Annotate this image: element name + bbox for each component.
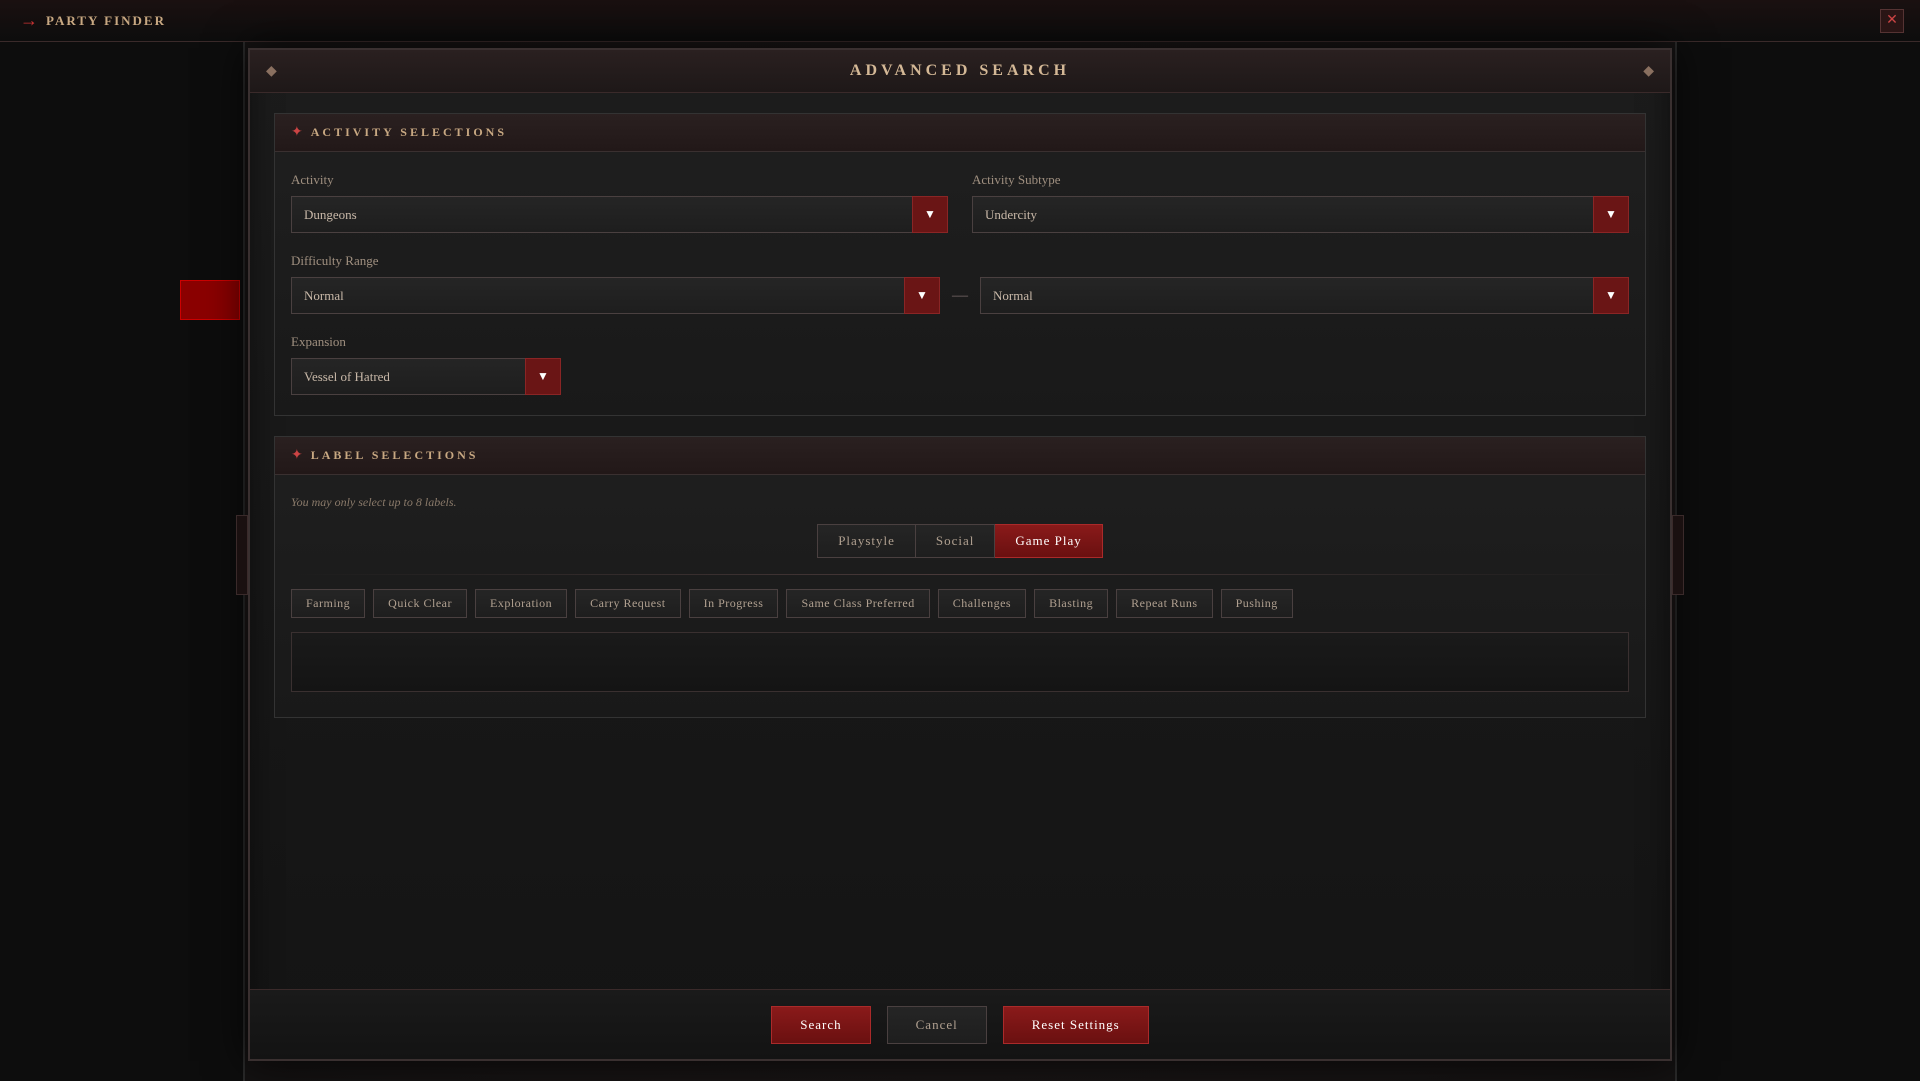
- label-tabs: Playstyle Social Game Play: [291, 524, 1629, 558]
- modal-deco-left: [236, 515, 248, 595]
- modal-title: ADVANCED SEARCH: [850, 62, 1070, 80]
- label-section-body: You may only select up to 8 labels. Play…: [275, 475, 1645, 717]
- tag-farming[interactable]: Farming: [291, 589, 365, 618]
- tag-repeat-runs[interactable]: Repeat Runs: [1116, 589, 1213, 618]
- left-panel-accent: [180, 280, 240, 320]
- arrow-icon: →: [20, 10, 38, 31]
- expansion-label: Expansion: [291, 334, 561, 350]
- activity-subtype-select[interactable]: Undercity: [972, 196, 1629, 233]
- reset-settings-button[interactable]: Reset Settings: [1003, 1006, 1149, 1044]
- label-section-title: LABEL SELECTIONS: [311, 448, 479, 463]
- activity-select[interactable]: Dungeons: [291, 196, 948, 233]
- modal-body: ✦ ACTIVITY SELECTIONS Activity Dungeons …: [250, 93, 1670, 980]
- difficulty-group: Difficulty Range Normal ▼ —: [291, 253, 1629, 314]
- activity-subtype-dropdown[interactable]: Undercity ▼: [972, 196, 1629, 233]
- label-section-header: ✦ LABEL SELECTIONS: [275, 437, 1645, 475]
- tab-playstyle[interactable]: Playstyle: [817, 524, 916, 558]
- search-button[interactable]: Search: [771, 1006, 870, 1044]
- diamond-right-icon: ◆: [1643, 63, 1654, 80]
- difficulty-range: Normal ▼ — Normal: [291, 277, 1629, 314]
- activity-subtype-group: Activity Subtype Undercity ▼: [972, 172, 1629, 233]
- activity-subtype-label: Activity Subtype: [972, 172, 1629, 188]
- difficulty-to-select[interactable]: Normal: [980, 277, 1629, 314]
- difficulty-row: Difficulty Range Normal ▼ —: [291, 253, 1629, 314]
- tag-quick-clear[interactable]: Quick Clear: [373, 589, 467, 618]
- tags-container: Farming Quick Clear Exploration Carry Re…: [291, 589, 1629, 618]
- difficulty-from-select[interactable]: Normal: [291, 277, 940, 314]
- difficulty-from-dropdown[interactable]: Normal ▼: [291, 277, 940, 314]
- expansion-group: Expansion Vessel of Hatred ▼: [291, 334, 561, 395]
- tag-in-progress[interactable]: In Progress: [689, 589, 779, 618]
- range-separator: —: [952, 287, 968, 305]
- activity-section-header: ✦ ACTIVITY SELECTIONS: [275, 114, 1645, 152]
- tag-blasting[interactable]: Blasting: [1034, 589, 1108, 618]
- modal: ◆ ADVANCED SEARCH ◆ ✦ ACTIVITY SELECTION…: [248, 48, 1672, 1061]
- activity-section-title: ACTIVITY SELECTIONS: [311, 125, 507, 140]
- modal-deco-right: [1672, 515, 1684, 595]
- activity-group: Activity Dungeons ▼: [291, 172, 948, 233]
- label-section-icon: ✦: [291, 447, 303, 464]
- cancel-button[interactable]: Cancel: [887, 1006, 987, 1044]
- tab-divider: [291, 574, 1629, 575]
- label-section: ✦ LABEL SELECTIONS You may only select u…: [274, 436, 1646, 718]
- search-textarea[interactable]: [291, 632, 1629, 692]
- activity-label: Activity: [291, 172, 948, 188]
- label-info: You may only select up to 8 labels.: [291, 495, 1629, 510]
- activity-section: ✦ ACTIVITY SELECTIONS Activity Dungeons …: [274, 113, 1646, 416]
- difficulty-label: Difficulty Range: [291, 253, 1629, 269]
- title-bar: → PARTY FINDER ✕: [0, 0, 1920, 42]
- right-panel: [1675, 0, 1920, 1081]
- tag-same-class[interactable]: Same Class Preferred: [786, 589, 929, 618]
- modal-header: ◆ ADVANCED SEARCH ◆: [250, 50, 1670, 93]
- tab-social[interactable]: Social: [916, 524, 996, 558]
- activity-section-icon: ✦: [291, 124, 303, 141]
- tag-exploration[interactable]: Exploration: [475, 589, 567, 618]
- title-bar-text: PARTY FINDER: [46, 13, 166, 29]
- difficulty-to-dropdown[interactable]: Normal ▼: [980, 277, 1629, 314]
- tag-carry-request[interactable]: Carry Request: [575, 589, 680, 618]
- tag-challenges[interactable]: Challenges: [938, 589, 1026, 618]
- expansion-select[interactable]: Vessel of Hatred: [291, 358, 561, 395]
- activity-dropdown[interactable]: Dungeons ▼: [291, 196, 948, 233]
- expansion-dropdown[interactable]: Vessel of Hatred ▼: [291, 358, 561, 395]
- close-button[interactable]: ✕: [1880, 9, 1904, 33]
- tab-gameplay[interactable]: Game Play: [995, 524, 1102, 558]
- expansion-row: Expansion Vessel of Hatred ▼: [291, 334, 1629, 395]
- tag-pushing[interactable]: Pushing: [1221, 589, 1293, 618]
- activity-row: Activity Dungeons ▼ Activity Subtype: [291, 172, 1629, 233]
- modal-footer: Search Cancel Reset Settings: [250, 989, 1670, 1059]
- left-panel: [0, 0, 245, 1081]
- diamond-left-icon: ◆: [266, 63, 277, 80]
- activity-section-body: Activity Dungeons ▼ Activity Subtype: [275, 152, 1645, 415]
